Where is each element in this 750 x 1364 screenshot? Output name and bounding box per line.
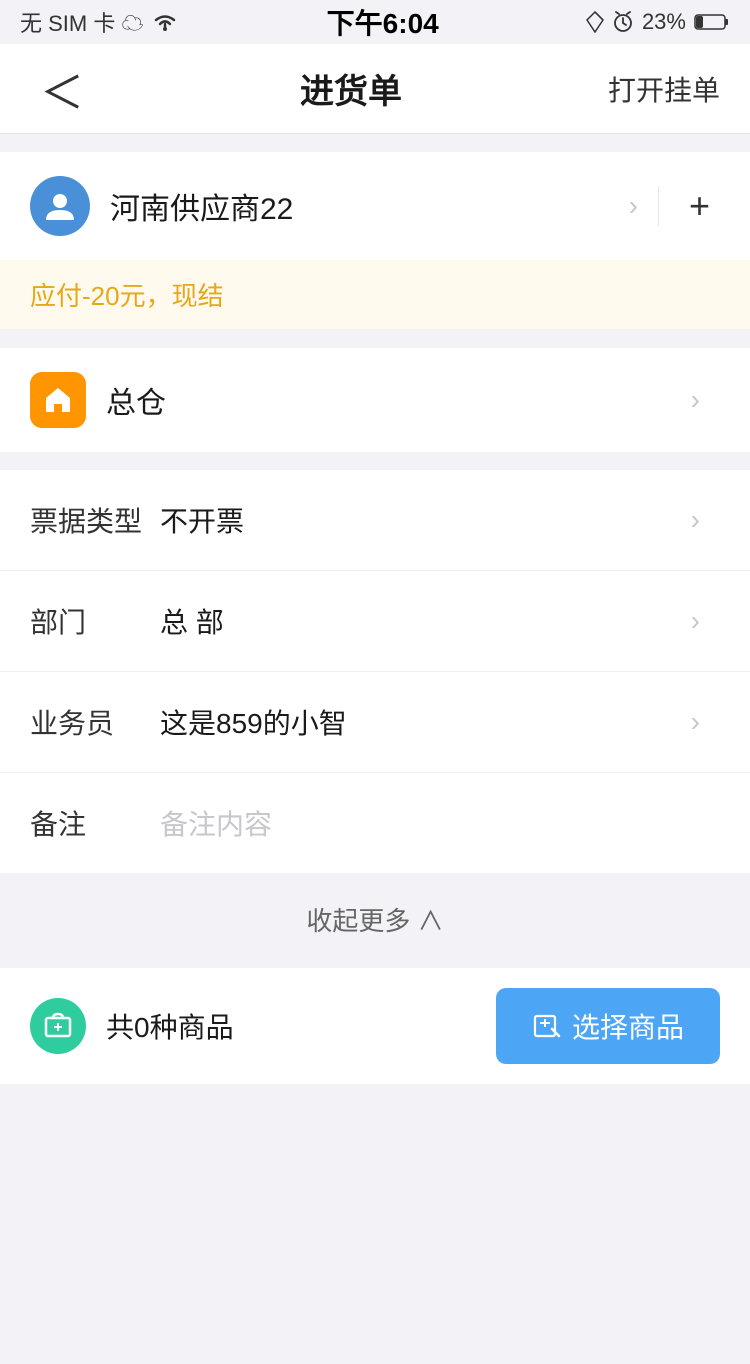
dept-chevron-icon: › <box>691 605 700 637</box>
supplier-chevron-icon: › <box>629 190 638 222</box>
battery-label: 23% <box>642 9 686 35</box>
collapse-row[interactable]: 收起更多 ∧ <box>0 873 750 966</box>
cart-icon <box>42 1010 74 1042</box>
dept-row[interactable]: 部门 总 部 › <box>0 571 750 672</box>
bill-type-value: 不开票 <box>160 500 691 540</box>
nav-bar: ＜ 进货单 打开挂单 <box>0 44 750 134</box>
page-title: 进货单 <box>300 64 402 113</box>
product-icon-wrap <box>30 998 86 1054</box>
warehouse-icon-wrap <box>30 372 86 428</box>
home-icon <box>42 384 74 416</box>
select-product-label: 选择商品 <box>572 1006 684 1046</box>
add-button[interactable]: + <box>679 185 720 227</box>
supplier-section: 河南供应商22 › + 应付-20元，现结 <box>0 152 750 330</box>
bill-type-row[interactable]: 票据类型 不开票 › <box>0 470 750 571</box>
location-icon <box>586 11 604 33</box>
collapse-label: 收起更多 ∧ <box>306 901 443 938</box>
no-sim-label: 无 SIM 卡 ☁ <box>20 6 143 38</box>
notice-bar: 应付-20元，现结 <box>0 260 750 330</box>
dept-label: 部门 <box>30 601 160 641</box>
status-right: 23% <box>586 9 730 35</box>
battery-icon <box>694 13 730 31</box>
remark-input[interactable]: 备注内容 <box>160 803 720 843</box>
dept-value: 总 部 <box>160 601 691 641</box>
warehouse-chevron-icon: › <box>691 384 700 416</box>
bill-type-label: 票据类型 <box>30 500 160 540</box>
salesperson-label: 业务员 <box>30 702 160 742</box>
notice-text: 应付-20元，现结 <box>30 281 224 311</box>
bottom-bar: 共0种商品 选择商品 <box>0 968 750 1084</box>
back-button[interactable]: ＜ <box>30 47 94 131</box>
supplier-avatar <box>30 176 90 236</box>
person-icon <box>42 188 78 224</box>
vertical-separator <box>658 186 659 226</box>
open-pending-button[interactable]: 打开挂单 <box>608 69 720 109</box>
remark-label: 备注 <box>30 803 160 843</box>
warehouse-name: 总仓 <box>106 378 691 422</box>
supplier-name: 河南供应商22 <box>110 184 629 228</box>
product-count: 共0种商品 <box>106 1006 496 1046</box>
top-gap <box>0 134 750 152</box>
select-product-button[interactable]: 选择商品 <box>496 988 720 1064</box>
form-section: 票据类型 不开票 › 部门 总 部 › 业务员 这是859的小智 › 备注 备注… <box>0 470 750 873</box>
salesperson-chevron-icon: › <box>691 706 700 738</box>
wifi-icon <box>151 12 179 32</box>
lower-area <box>0 1084 750 1364</box>
select-product-icon <box>532 1011 562 1041</box>
bill-type-chevron-icon: › <box>691 504 700 536</box>
warehouse-row[interactable]: 总仓 › <box>0 348 750 452</box>
status-time: 下午6:04 <box>327 2 439 42</box>
salesperson-value: 这是859的小智 <box>160 702 691 742</box>
salesperson-row[interactable]: 业务员 这是859的小智 › <box>0 672 750 773</box>
supplier-row[interactable]: 河南供应商22 › + <box>0 152 750 260</box>
alarm-icon <box>612 11 634 33</box>
status-bar: 无 SIM 卡 ☁ 下午6:04 23% <box>0 0 750 44</box>
remark-row[interactable]: 备注 备注内容 <box>0 773 750 873</box>
status-left: 无 SIM 卡 ☁ <box>20 6 179 38</box>
